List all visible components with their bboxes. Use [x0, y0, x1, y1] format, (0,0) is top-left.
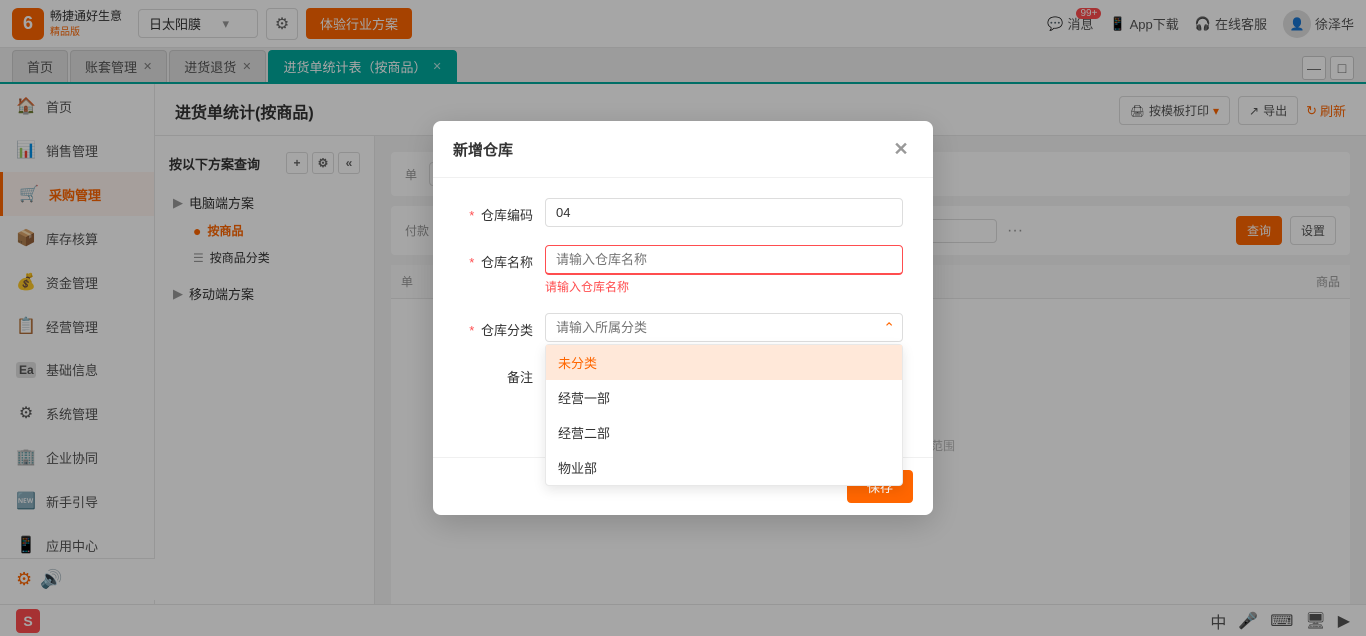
- warehouse-code-input[interactable]: [545, 198, 903, 227]
- form-row-category: * 仓库分类 ⌃ 未分类 经营一部 经营二部 物业部: [463, 313, 903, 342]
- add-warehouse-dialog: 新增仓库 ✕ * 仓库编码 * 仓库名称: [433, 121, 933, 515]
- form-row-code: * 仓库编码: [463, 198, 903, 227]
- modal-overlay[interactable]: 新增仓库 ✕ * 仓库编码 * 仓库名称: [0, 0, 1366, 636]
- dialog-header: 新增仓库 ✕: [433, 121, 933, 178]
- dialog-close-btn[interactable]: ✕: [889, 137, 913, 161]
- warehouse-name-input[interactable]: [545, 245, 903, 275]
- code-label: * 仓库编码: [463, 198, 533, 224]
- category-input[interactable]: [545, 313, 903, 342]
- name-label: * 仓库名称: [463, 245, 533, 271]
- dropdown-item-dept2[interactable]: 经营二部: [546, 415, 902, 450]
- note-label: 备注: [463, 360, 533, 386]
- dropdown-item-dept3[interactable]: 物业部: [546, 450, 902, 485]
- dialog-title: 新增仓库: [453, 139, 513, 160]
- dropdown-item-uncategorized[interactable]: 未分类: [546, 345, 902, 380]
- dialog-body: * 仓库编码 * 仓库名称 请输入仓库名称: [433, 178, 933, 457]
- dropdown-item-dept1[interactable]: 经营一部: [546, 380, 902, 415]
- name-error-msg: 请输入仓库名称: [545, 278, 903, 295]
- form-row-name: * 仓库名称 请输入仓库名称: [463, 245, 903, 295]
- category-dropdown: 未分类 经营一部 经营二部 物业部: [545, 344, 903, 486]
- category-label: * 仓库分类: [463, 313, 533, 339]
